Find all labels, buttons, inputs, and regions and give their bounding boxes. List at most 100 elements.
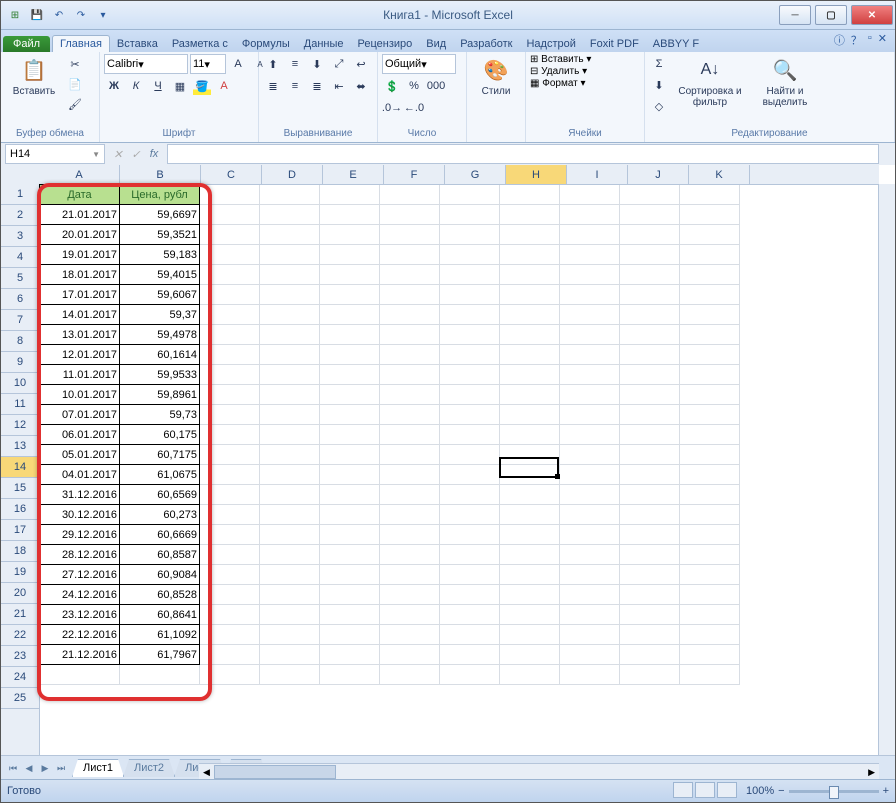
cell[interactable]: [380, 265, 440, 285]
tab-addins[interactable]: Надстрой: [519, 36, 582, 52]
close-button[interactable]: ✕: [851, 5, 893, 25]
col-header-B[interactable]: B: [120, 165, 201, 184]
cell[interactable]: [380, 465, 440, 485]
horizontal-scrollbar[interactable]: ◀ ▶: [199, 763, 879, 780]
row-header-23[interactable]: 23: [1, 646, 39, 667]
find-select-button[interactable]: 🔍Найти и выделить: [751, 54, 819, 110]
cell[interactable]: 28.12.2016: [40, 545, 120, 565]
cell[interactable]: [560, 265, 620, 285]
indent-dec-icon[interactable]: ⇤: [330, 77, 348, 95]
col-header-F[interactable]: F: [384, 165, 445, 184]
cell[interactable]: [440, 565, 500, 585]
cell[interactable]: [560, 565, 620, 585]
cancel-formula-icon[interactable]: ✕: [109, 145, 127, 163]
cell[interactable]: [500, 545, 560, 565]
cell[interactable]: 17.01.2017: [40, 285, 120, 305]
minimize-ribbon-icon[interactable]: ⓘ: [834, 32, 845, 48]
cell[interactable]: 07.01.2017: [40, 405, 120, 425]
cell[interactable]: [440, 405, 500, 425]
cell[interactable]: [680, 465, 740, 485]
wrap-text-icon[interactable]: ↩: [352, 55, 370, 73]
cell[interactable]: [500, 365, 560, 385]
cell[interactable]: [440, 485, 500, 505]
cell[interactable]: [260, 445, 320, 465]
sheet-tab-Лист1[interactable]: Лист1: [72, 759, 124, 777]
cell[interactable]: [260, 285, 320, 305]
cell[interactable]: [320, 385, 380, 405]
cell[interactable]: [440, 305, 500, 325]
cell[interactable]: 61,0675: [120, 465, 200, 485]
cell[interactable]: [620, 365, 680, 385]
font-name-select[interactable]: Calibri ▾: [104, 54, 188, 74]
cell[interactable]: [380, 665, 440, 685]
cell[interactable]: Цена, рубл: [120, 185, 200, 205]
cell[interactable]: 60,6669: [120, 525, 200, 545]
row-header-20[interactable]: 20: [1, 583, 39, 604]
cell[interactable]: [680, 585, 740, 605]
cell[interactable]: 61,1092: [120, 625, 200, 645]
qat-dropdown-icon[interactable]: ▾: [95, 7, 111, 23]
view-buttons[interactable]: [672, 782, 738, 801]
currency-icon[interactable]: 💲: [383, 77, 401, 95]
cell[interactable]: 60,7175: [120, 445, 200, 465]
tab-developer[interactable]: Разработк: [453, 36, 519, 52]
cell[interactable]: [260, 625, 320, 645]
fx-icon[interactable]: fx: [145, 145, 163, 163]
cell[interactable]: [260, 185, 320, 205]
cell[interactable]: [500, 585, 560, 605]
cell[interactable]: [680, 265, 740, 285]
tab-review[interactable]: Рецензиро: [351, 36, 420, 52]
cell[interactable]: [200, 485, 260, 505]
cell[interactable]: [620, 525, 680, 545]
cell[interactable]: 06.01.2017: [40, 425, 120, 445]
cell[interactable]: [260, 505, 320, 525]
cell[interactable]: [680, 385, 740, 405]
tab-formulas[interactable]: Формулы: [235, 36, 297, 52]
cell[interactable]: [320, 305, 380, 325]
cell[interactable]: [500, 245, 560, 265]
cell[interactable]: [560, 645, 620, 665]
cell[interactable]: 19.01.2017: [40, 245, 120, 265]
cell[interactable]: [560, 205, 620, 225]
cell[interactable]: [500, 265, 560, 285]
cell[interactable]: [500, 345, 560, 365]
cell[interactable]: 59,4978: [120, 325, 200, 345]
row-header-1[interactable]: 1: [1, 184, 39, 205]
cell[interactable]: [560, 365, 620, 385]
cell[interactable]: [560, 425, 620, 445]
cell[interactable]: [560, 345, 620, 365]
cell[interactable]: [680, 525, 740, 545]
cell[interactable]: [260, 225, 320, 245]
select-all-corner[interactable]: [1, 165, 40, 185]
cell[interactable]: [200, 505, 260, 525]
cell[interactable]: [620, 325, 680, 345]
cell[interactable]: [620, 405, 680, 425]
cell[interactable]: [320, 465, 380, 485]
cell[interactable]: [260, 545, 320, 565]
cell[interactable]: [560, 505, 620, 525]
cell[interactable]: [560, 325, 620, 345]
cell[interactable]: [200, 265, 260, 285]
row-header-11[interactable]: 11: [1, 394, 39, 415]
prev-sheet-icon[interactable]: ◀: [21, 763, 37, 774]
grow-font-icon[interactable]: A: [229, 55, 247, 73]
cell[interactable]: 60,9084: [120, 565, 200, 585]
col-header-K[interactable]: K: [689, 165, 750, 184]
cell[interactable]: [380, 325, 440, 345]
cell[interactable]: [200, 305, 260, 325]
cell[interactable]: [260, 425, 320, 445]
cell[interactable]: [680, 485, 740, 505]
cell[interactable]: [200, 285, 260, 305]
inc-decimal-icon[interactable]: .0→: [383, 99, 401, 117]
cell[interactable]: [440, 525, 500, 545]
help-icon[interactable]: ？: [851, 32, 862, 48]
cell[interactable]: [620, 345, 680, 365]
cell[interactable]: [680, 565, 740, 585]
zoom-slider[interactable]: [789, 790, 879, 793]
cell[interactable]: [200, 525, 260, 545]
cell[interactable]: [320, 225, 380, 245]
cell[interactable]: [40, 665, 120, 685]
cell[interactable]: [620, 385, 680, 405]
align-left-icon[interactable]: ≣: [264, 77, 282, 95]
cell[interactable]: [500, 285, 560, 305]
